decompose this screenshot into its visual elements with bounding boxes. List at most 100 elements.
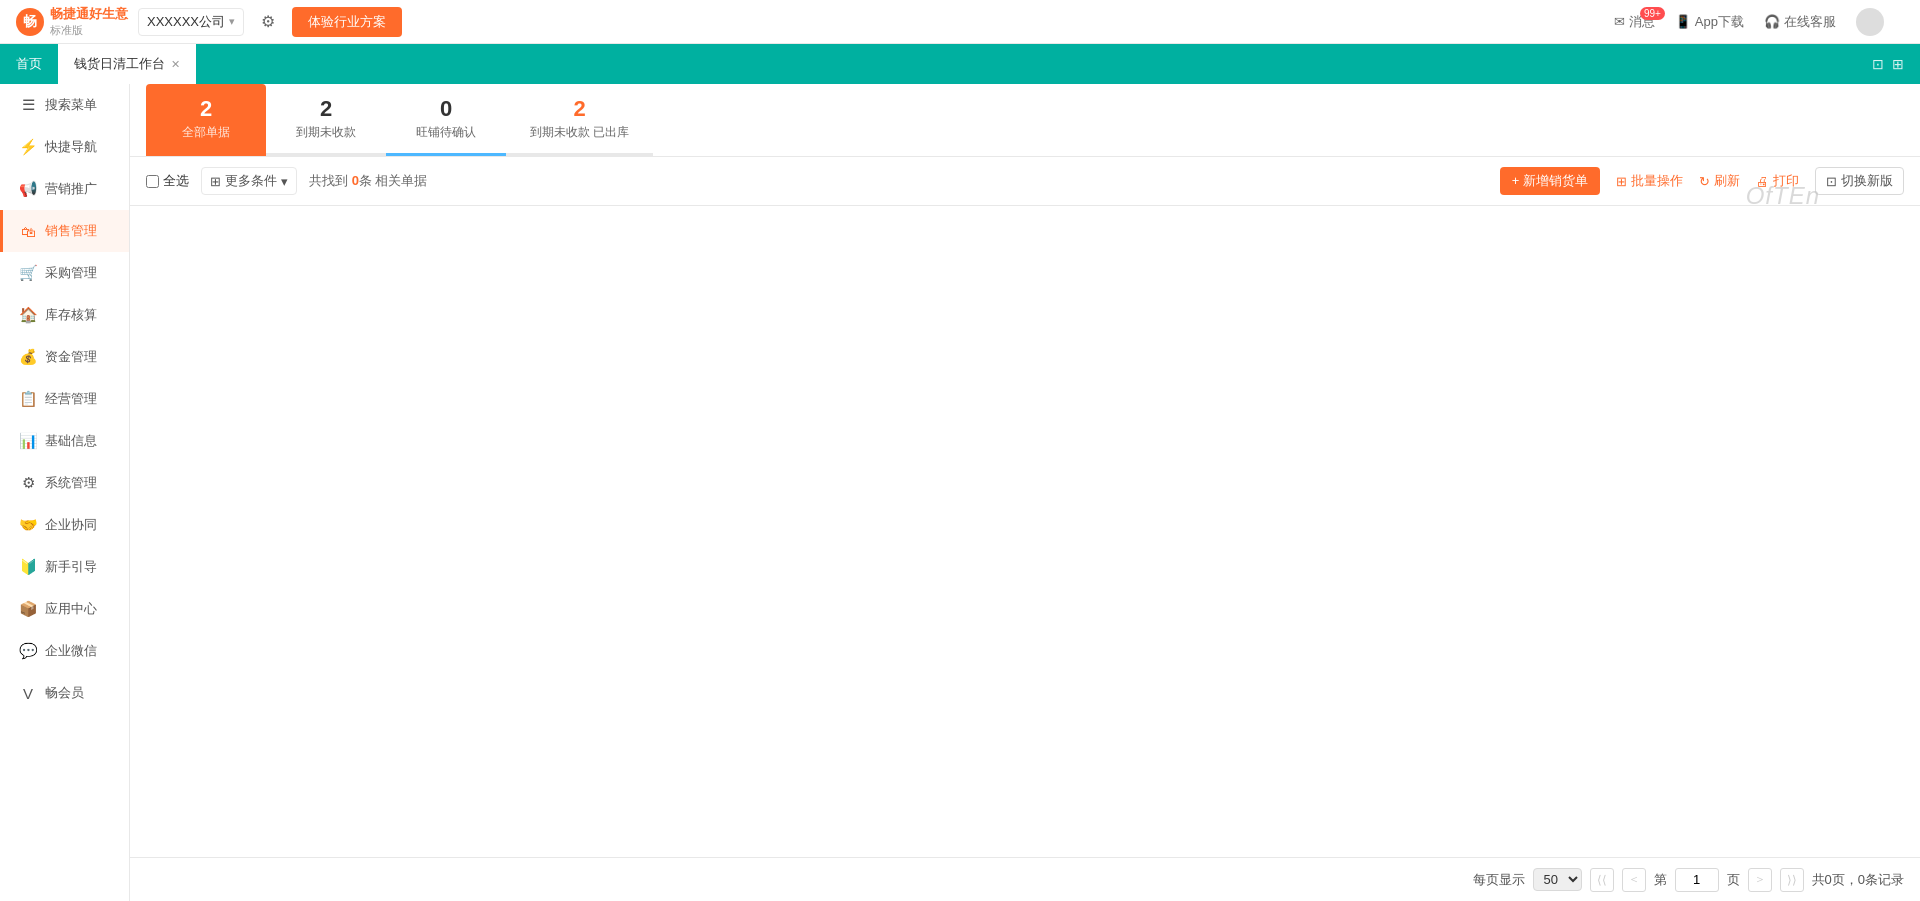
- sidebar-label-quick-nav: 快捷导航: [45, 138, 97, 156]
- sidebar-label-inventory: 库存核算: [45, 306, 97, 324]
- quick-nav-icon: ⚡: [19, 138, 37, 156]
- sidebar-item-inventory[interactable]: 🏠 库存核算: [0, 294, 129, 336]
- page-unit: 页: [1727, 871, 1740, 889]
- sidebar-label-purchase: 采购管理: [45, 264, 97, 282]
- empty-state: [130, 206, 1920, 857]
- pagination: 每页显示 50 ⟨⟨ ＜ 第 页 ＞ ⟩⟩ 共0页，0条记录: [130, 857, 1920, 901]
- sidebar-item-sales[interactable]: 🛍 销售管理: [0, 210, 129, 252]
- header-right: ✉ 消息 99+ 📱 App下载 🎧 在线客服: [1614, 8, 1904, 36]
- stat-tab-overdue[interactable]: 2 到期未收款: [266, 84, 386, 156]
- sidebar-item-enterprise-wechat[interactable]: 💬 企业微信: [0, 630, 129, 672]
- sidebar-item-basic-info[interactable]: 📊 基础信息: [0, 420, 129, 462]
- tab-home[interactable]: 首页: [0, 44, 58, 84]
- company-selector[interactable]: XXXXXX公司 ▾: [138, 8, 244, 36]
- toolbar-right: + 新增销货单 ⊞ 批量操作 ↻ 刷新 🖨 打印 ⊡ 切换新版: [1500, 167, 1904, 195]
- tab-maximize-icon[interactable]: ⊞: [1892, 56, 1904, 72]
- stat-num-overdue-shipped: 2: [574, 96, 586, 122]
- header-left: 畅 畅捷通好生意 标准版 XXXXXX公司 ▾ ⚙ 体验行业方案: [16, 6, 402, 37]
- logo-text: 畅捷通好生意 标准版: [50, 6, 128, 37]
- stat-label-pending: 旺铺待确认: [416, 124, 476, 141]
- stat-tab-overdue-shipped[interactable]: 2 到期未收款 已出库: [506, 84, 653, 156]
- sidebar-label-operations: 经营管理: [45, 390, 97, 408]
- print-button[interactable]: 🖨 打印: [1756, 172, 1799, 190]
- refresh-button[interactable]: ↻ 刷新: [1699, 172, 1740, 190]
- table-area: [130, 206, 1920, 857]
- filter-icon: ⊞: [210, 174, 221, 189]
- add-sales-order-button[interactable]: + 新增销货单: [1500, 167, 1600, 195]
- sidebar-item-beginner[interactable]: 🔰 新手引导: [0, 546, 129, 588]
- sidebar-label-enterprise-wechat: 企业微信: [45, 642, 97, 660]
- beginner-icon: 🔰: [19, 558, 37, 576]
- close-tab-icon[interactable]: ✕: [171, 58, 180, 71]
- sidebar-label-basic-info: 基础信息: [45, 432, 97, 450]
- sidebar-item-marketing[interactable]: 📢 营销推广: [0, 168, 129, 210]
- toolbar: 全选 ⊞ 更多条件 ▾ 共找到 0条 相关单据 + 新增销货单 ⊞ 批量操作: [130, 157, 1920, 206]
- prev-page-button[interactable]: ＜: [1622, 868, 1646, 892]
- sidebar-item-quick-nav[interactable]: ⚡ 快捷导航: [0, 126, 129, 168]
- message-icon: ✉: [1614, 14, 1625, 29]
- tab-workbench[interactable]: 钱货日清工作台 ✕: [58, 44, 196, 84]
- sidebar-label-search: 搜索菜单: [45, 96, 97, 114]
- sidebar-label-enterprise: 企业协同: [45, 516, 97, 534]
- message-badge: 99+: [1640, 7, 1665, 20]
- sidebar-item-system[interactable]: ⚙ 系统管理: [0, 462, 129, 504]
- service-icon: 🎧: [1764, 14, 1780, 29]
- settings-icon[interactable]: ⚙: [254, 8, 282, 36]
- finance-icon: 💰: [19, 348, 37, 366]
- sidebar-label-app-center: 应用中心: [45, 600, 97, 618]
- sidebar-item-operations[interactable]: 📋 经营管理: [0, 378, 129, 420]
- sidebar-item-purchase[interactable]: 🛒 采购管理: [0, 252, 129, 294]
- enterprise-icon: 🤝: [19, 516, 37, 534]
- sidebar-label-beginner: 新手引导: [45, 558, 97, 576]
- stat-tab-pending[interactable]: 0 旺铺待确认: [386, 84, 506, 156]
- sidebar-item-member[interactable]: V 畅会员: [0, 672, 129, 714]
- app-download-action[interactable]: 📱 App下载: [1675, 13, 1744, 31]
- page-label: 第: [1654, 871, 1667, 889]
- sidebar-label-system: 系统管理: [45, 474, 97, 492]
- member-icon: V: [19, 684, 37, 702]
- more-filters-button[interactable]: ⊞ 更多条件 ▾: [201, 167, 297, 195]
- batch-icon: ⊞: [1616, 174, 1627, 189]
- logo-area: 畅 畅捷通好生意 标准版: [16, 6, 128, 37]
- app-center-icon: 📦: [19, 600, 37, 618]
- stat-num-overdue: 2: [320, 96, 332, 122]
- select-all-input[interactable]: [146, 175, 159, 188]
- logo-icon: 畅: [16, 8, 44, 36]
- sidebar-item-app-center[interactable]: 📦 应用中心: [0, 588, 129, 630]
- switch-version-button[interactable]: ⊡ 切换新版: [1815, 167, 1904, 195]
- system-icon: ⚙: [19, 474, 37, 492]
- sidebar-item-finance[interactable]: 💰 资金管理: [0, 336, 129, 378]
- company-name: XXXXXX公司: [147, 13, 225, 31]
- toolbar-left: 全选 ⊞ 更多条件 ▾ 共找到 0条 相关单据: [146, 167, 427, 195]
- sidebar-item-search[interactable]: ☰ 搜索菜单: [0, 84, 129, 126]
- sidebar-item-enterprise[interactable]: 🤝 企业协同: [0, 504, 129, 546]
- tab-restore-icon[interactable]: ⊡: [1872, 56, 1884, 72]
- first-page-button[interactable]: ⟨⟨: [1590, 868, 1614, 892]
- sidebar: ☰ 搜索菜单 ⚡ 快捷导航 📢 营销推广 🛍 销售管理 🛒 采购管理 🏠 库存核…: [0, 84, 130, 901]
- batch-operation-button[interactable]: ⊞ 批量操作: [1616, 172, 1683, 190]
- trial-button[interactable]: 体验行业方案: [292, 7, 402, 37]
- per-page-select[interactable]: 50: [1533, 868, 1582, 891]
- avatar[interactable]: [1856, 8, 1884, 36]
- operations-icon: 📋: [19, 390, 37, 408]
- refresh-icon: ↻: [1699, 174, 1710, 189]
- page-input[interactable]: [1675, 868, 1719, 892]
- purchase-icon: 🛒: [19, 264, 37, 282]
- sidebar-label-marketing: 营销推广: [45, 180, 97, 198]
- inventory-icon: 🏠: [19, 306, 37, 324]
- filter-chevron-icon: ▾: [281, 174, 288, 189]
- app-download-label: App下载: [1695, 13, 1744, 31]
- found-text: 共找到 0条 相关单据: [309, 172, 427, 190]
- last-page-button[interactable]: ⟩⟩: [1780, 868, 1804, 892]
- online-service-action[interactable]: 🎧 在线客服: [1764, 13, 1836, 31]
- stat-num-pending: 0: [440, 96, 452, 122]
- sidebar-label-sales: 销售管理: [45, 222, 97, 240]
- stat-tab-all[interactable]: 2 全部单据: [146, 84, 266, 156]
- message-action[interactable]: ✉ 消息 99+: [1614, 13, 1655, 31]
- print-icon: 🖨: [1756, 174, 1769, 189]
- select-all-checkbox[interactable]: 全选: [146, 172, 189, 190]
- sales-icon: 🛍: [19, 222, 37, 240]
- chevron-down-icon: ▾: [229, 15, 235, 28]
- next-page-button[interactable]: ＞: [1748, 868, 1772, 892]
- switch-label: 切换新版: [1841, 172, 1893, 190]
